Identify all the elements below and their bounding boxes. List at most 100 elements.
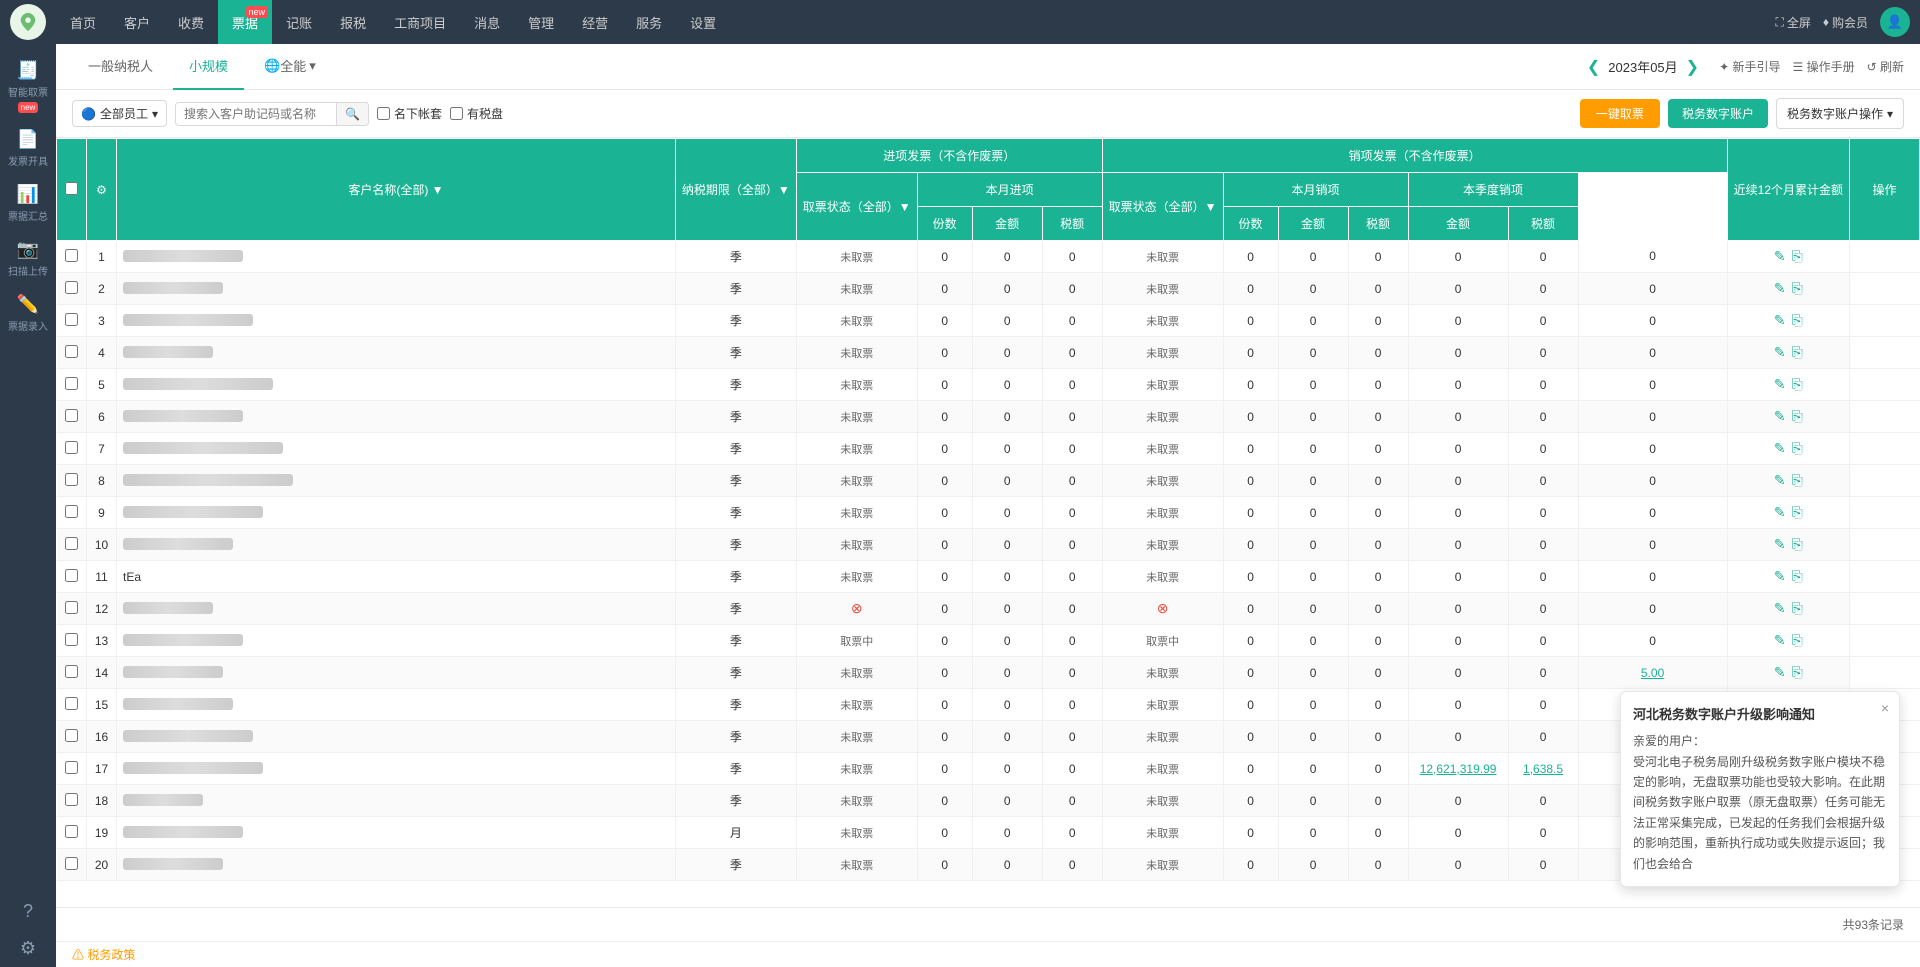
next-month-button[interactable]: ❯ <box>1686 57 1699 77</box>
tab-all[interactable]: 🌐 全能 ▾ <box>248 44 332 90</box>
row-checkbox[interactable] <box>65 281 78 294</box>
edit-icon[interactable]: ✎ <box>1774 344 1786 361</box>
copy-icon[interactable]: ⎘ <box>1792 600 1803 617</box>
copy-icon[interactable]: ⎘ <box>1792 376 1803 393</box>
tax-digital-button[interactable]: 税务数字账户 <box>1668 99 1768 128</box>
nav-management[interactable]: 管理 <box>514 0 568 44</box>
row-checkbox-cell[interactable] <box>57 593 87 625</box>
tab-general[interactable]: 一般纳税人 <box>72 44 169 90</box>
copy-icon[interactable]: ⎘ <box>1792 472 1803 489</box>
row-checkbox[interactable] <box>65 825 78 838</box>
settings-col-icon[interactable]: ⚙ <box>96 183 107 197</box>
sidebar-item-issue-invoice[interactable]: 📄 发票开具 <box>0 121 56 176</box>
app-logo[interactable] <box>10 4 46 40</box>
select-all-checkbox[interactable] <box>65 182 78 195</box>
edit-icon[interactable]: ✎ <box>1774 280 1786 297</box>
prev-month-button[interactable]: ❮ <box>1587 57 1600 77</box>
edit-icon[interactable]: ✎ <box>1774 504 1786 521</box>
row-checkbox-cell[interactable] <box>57 465 87 497</box>
row-checkbox[interactable] <box>65 409 78 422</box>
my-ledger-checkbox-label[interactable]: 名下帐套 <box>377 105 442 122</box>
edit-icon[interactable]: ✎ <box>1774 376 1786 393</box>
copy-icon[interactable]: ⎘ <box>1792 280 1803 297</box>
season-tax-value[interactable]: 1,638.5 <box>1523 762 1563 776</box>
cumulative-value[interactable]: 5.00 <box>1641 666 1664 680</box>
nav-business[interactable]: 工商项目 <box>380 0 460 44</box>
sidebar-item-invoice-entry[interactable]: ✏️ 票据录入 <box>0 286 56 341</box>
search-button[interactable]: 🔍 <box>336 103 368 125</box>
row-checkbox[interactable] <box>65 601 78 614</box>
manual-link[interactable]: ☰ 操作手册 <box>1792 58 1854 75</box>
edit-icon[interactable]: ✎ <box>1774 472 1786 489</box>
quick-invoice-button[interactable]: 一键取票 <box>1580 99 1660 128</box>
edit-icon[interactable]: ✎ <box>1774 312 1786 329</box>
nav-services[interactable]: 服务 <box>622 0 676 44</box>
row-checkbox-cell[interactable] <box>57 625 87 657</box>
row-checkbox-cell[interactable] <box>57 817 87 849</box>
row-checkbox[interactable] <box>65 633 78 646</box>
copy-icon[interactable]: ⎘ <box>1792 312 1803 329</box>
row-checkbox[interactable] <box>65 313 78 326</box>
has-tax-checkbox-label[interactable]: 有税盘 <box>450 105 503 122</box>
row-checkbox[interactable] <box>65 569 78 582</box>
row-checkbox-cell[interactable] <box>57 785 87 817</box>
row-checkbox[interactable] <box>65 345 78 358</box>
row-checkbox[interactable] <box>65 441 78 454</box>
copy-icon[interactable]: ⎘ <box>1792 248 1803 265</box>
copy-icon[interactable]: ⎘ <box>1792 632 1803 649</box>
row-checkbox-cell[interactable] <box>57 305 87 337</box>
copy-icon[interactable]: ⎘ <box>1792 440 1803 457</box>
member-button[interactable]: ♦ 购会员 <box>1823 14 1868 31</box>
sidebar-item-scan-upload[interactable]: 📷 扫描上传 <box>0 231 56 286</box>
sidebar-item-help[interactable]: ? <box>16 893 40 930</box>
search-input[interactable] <box>176 103 336 125</box>
row-checkbox-cell[interactable] <box>57 369 87 401</box>
edit-icon[interactable]: ✎ <box>1774 536 1786 553</box>
my-ledger-checkbox[interactable] <box>377 107 390 120</box>
nav-home[interactable]: 首页 <box>56 0 110 44</box>
row-checkbox[interactable] <box>65 473 78 486</box>
row-checkbox-cell[interactable] <box>57 337 87 369</box>
sidebar-item-settings[interactable]: ⚙ <box>16 930 40 967</box>
row-checkbox[interactable] <box>65 377 78 390</box>
row-checkbox-cell[interactable] <box>57 753 87 785</box>
row-checkbox[interactable] <box>65 665 78 678</box>
tab-small-scale[interactable]: 小规模 <box>173 44 244 90</box>
notification-close-button[interactable]: × <box>1881 700 1889 716</box>
new-guide-link[interactable]: ✦ 新手引导 <box>1719 58 1780 75</box>
row-checkbox-cell[interactable] <box>57 561 87 593</box>
season-amount-value[interactable]: 12,621,319.99 <box>1420 762 1497 776</box>
edit-icon[interactable]: ✎ <box>1774 568 1786 585</box>
nav-messages[interactable]: 消息 <box>460 0 514 44</box>
tax-ops-button[interactable]: 税务数字账户操作 ▾ <box>1776 98 1904 129</box>
row-checkbox-cell[interactable] <box>57 241 87 273</box>
nav-bookkeeping[interactable]: 记账 <box>272 0 326 44</box>
row-checkbox-cell[interactable] <box>57 497 87 529</box>
row-checkbox-cell[interactable] <box>57 433 87 465</box>
row-checkbox-cell[interactable] <box>57 657 87 689</box>
user-avatar[interactable]: 👤 <box>1880 7 1910 37</box>
row-checkbox[interactable] <box>65 505 78 518</box>
row-checkbox[interactable] <box>65 729 78 742</box>
row-checkbox[interactable] <box>65 249 78 262</box>
nav-invoices[interactable]: 票据 new <box>218 0 272 44</box>
edit-icon[interactable]: ✎ <box>1774 664 1786 681</box>
edit-icon[interactable]: ✎ <box>1774 632 1786 649</box>
copy-icon[interactable]: ⎘ <box>1792 536 1803 553</box>
copy-icon[interactable]: ⎘ <box>1792 408 1803 425</box>
copy-icon[interactable]: ⎘ <box>1792 344 1803 361</box>
row-checkbox[interactable] <box>65 793 78 806</box>
row-checkbox-cell[interactable] <box>57 273 87 305</box>
sidebar-item-smart-invoice[interactable]: 🧾 智能取票 new <box>0 52 56 121</box>
copy-icon[interactable]: ⎘ <box>1792 664 1803 681</box>
nav-receipts[interactable]: 收费 <box>164 0 218 44</box>
row-checkbox-cell[interactable] <box>57 529 87 561</box>
nav-clients[interactable]: 客户 <box>110 0 164 44</box>
row-checkbox-cell[interactable] <box>57 401 87 433</box>
copy-icon[interactable]: ⎘ <box>1792 568 1803 585</box>
sidebar-item-invoice-summary[interactable]: 📊 票据汇总 <box>0 176 56 231</box>
copy-icon[interactable]: ⎘ <box>1792 504 1803 521</box>
refresh-link[interactable]: ↺ 刷新 <box>1867 58 1904 75</box>
employee-filter-select[interactable]: 🔵 全部员工 ▾ <box>72 100 167 127</box>
tax-policy-bar[interactable]: ⚠ 税务政策 <box>56 941 1920 967</box>
